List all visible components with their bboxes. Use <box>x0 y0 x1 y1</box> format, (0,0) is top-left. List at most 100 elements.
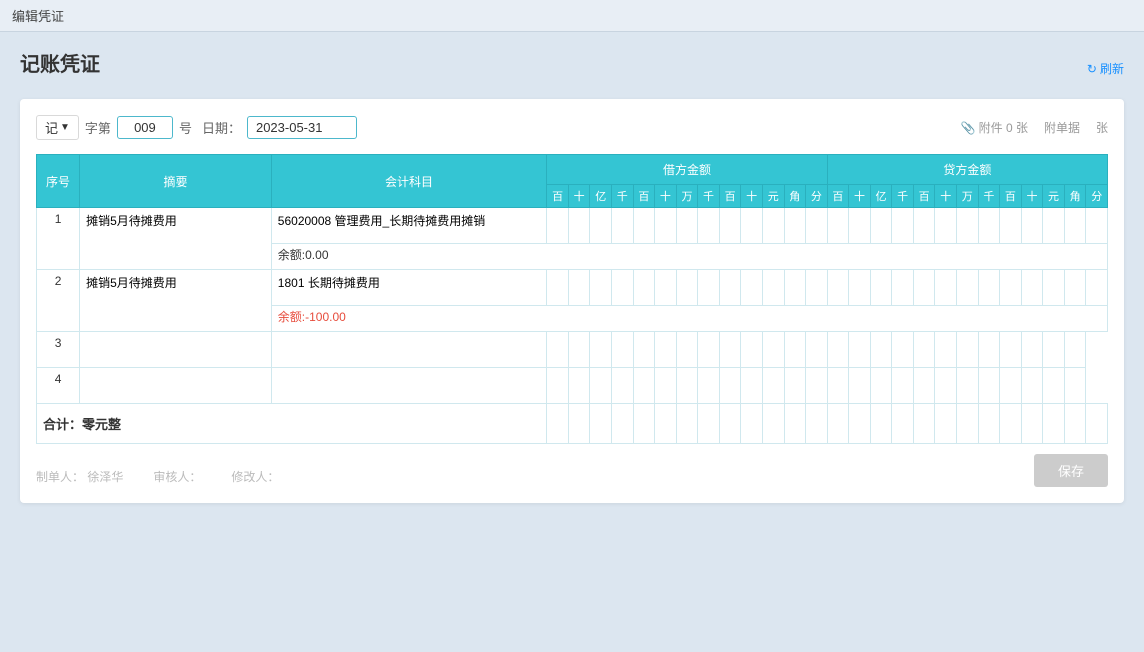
row2-c2[interactable] <box>849 270 871 306</box>
row1-c5[interactable] <box>913 208 935 244</box>
row4-account[interactable] <box>271 368 547 404</box>
row1-c4[interactable] <box>892 208 914 244</box>
row1-c11[interactable] <box>1043 208 1065 244</box>
debit-d4: 千 <box>612 185 634 208</box>
row2-c13[interactable] <box>1086 270 1108 306</box>
row1-c7[interactable] <box>957 208 979 244</box>
row1-c2[interactable] <box>849 208 871 244</box>
credit-d10: 十 <box>1021 185 1043 208</box>
table-row: 2 摊销5月待摊费用 1801 长期待摊费用 <box>37 270 1108 306</box>
row2-c11[interactable] <box>1043 270 1065 306</box>
row2-d9[interactable] <box>719 270 741 306</box>
row1-d13[interactable] <box>806 208 828 244</box>
row3-seq: 3 <box>37 332 80 368</box>
attach-link[interactable]: 📎 附件 0 张 <box>961 119 1028 136</box>
row1-account-name: 管理费用_长期待摊费用摊销 <box>335 214 486 228</box>
row2-d3[interactable] <box>590 270 612 306</box>
attach-info: 📎 附件 0 张 附单据 张 <box>961 119 1108 136</box>
table-row: 1 摊销5月待摊费用 56020008 管理费用_长期待摊费用摊销 <box>37 208 1108 244</box>
row2-c3[interactable] <box>870 270 892 306</box>
row1-d1[interactable] <box>547 208 569 244</box>
footer-info: 制单人： 徐泽华 审核人： 修改人： <box>36 456 279 485</box>
row1-account[interactable]: 56020008 管理费用_长期待摊费用摊销 <box>271 208 547 244</box>
attach-icon: 📎 <box>961 121 976 135</box>
row1-c6[interactable] <box>935 208 957 244</box>
row2-d2[interactable] <box>568 270 590 306</box>
row1-d9[interactable] <box>719 208 741 244</box>
voucher-table: 序号 摘要 会计科目 借方金额 贷方金额 百 十 亿 千 百 十 万 <box>36 154 1108 444</box>
row3-summary[interactable] <box>80 332 272 368</box>
debit-d9: 百 <box>719 185 741 208</box>
maker-info: 制单人： 徐泽华 <box>36 468 123 485</box>
refresh-button[interactable]: ↻ 刷新 <box>1087 60 1124 77</box>
credit-d13: 分 <box>1086 185 1108 208</box>
row2-d7[interactable] <box>676 270 698 306</box>
row2-c5[interactable] <box>913 270 935 306</box>
row1-c13[interactable] <box>1086 208 1108 244</box>
attach-single-label[interactable]: 附单据 <box>1044 119 1080 136</box>
row2-c12[interactable] <box>1064 270 1086 306</box>
row1-c10[interactable] <box>1021 208 1043 244</box>
table-row: 3 <box>37 332 1108 368</box>
credit-d5: 百 <box>913 185 935 208</box>
row2-summary[interactable]: 摊销5月待摊费用 <box>80 270 272 332</box>
zi-label: 字第 <box>85 118 111 137</box>
row2-c8[interactable] <box>978 270 1000 306</box>
col-credit-group: 贷方金额 <box>827 155 1107 185</box>
main-container: 记账凭证 ↻ 刷新 记 ▼ 字第 号 日期： <box>0 32 1144 652</box>
row2-d8[interactable] <box>698 270 720 306</box>
row1-d4[interactable] <box>612 208 634 244</box>
row1-d12[interactable] <box>784 208 806 244</box>
row2-c1[interactable] <box>827 270 849 306</box>
title-bar-text: 编辑凭证 <box>12 9 64 24</box>
row1-c12[interactable] <box>1064 208 1086 244</box>
row1-c1[interactable] <box>827 208 849 244</box>
row2-c7[interactable] <box>957 270 979 306</box>
voucher-type-dropdown[interactable]: 记 ▼ <box>36 115 79 140</box>
row1-d7[interactable] <box>676 208 698 244</box>
row2-d6[interactable] <box>655 270 677 306</box>
row1-d6[interactable] <box>655 208 677 244</box>
row2-account-name: 长期待摊费用 <box>308 276 380 290</box>
voucher-type-group: 记 ▼ 字第 号 <box>36 115 192 140</box>
row3-account[interactable] <box>271 332 547 368</box>
row2-d10[interactable] <box>741 270 763 306</box>
row2-d12[interactable] <box>784 270 806 306</box>
row2-c6[interactable] <box>935 270 957 306</box>
save-button[interactable]: 保存 <box>1034 454 1108 487</box>
voucher-date-input[interactable] <box>247 116 357 139</box>
row1-c9[interactable] <box>1000 208 1022 244</box>
row2-d13[interactable] <box>806 270 828 306</box>
row2-c4[interactable] <box>892 270 914 306</box>
row1-summary[interactable]: 摊销5月待摊费用 <box>80 208 272 270</box>
col-seq: 序号 <box>37 155 80 208</box>
editor-info: 修改人： <box>231 468 279 485</box>
row1-c8[interactable] <box>978 208 1000 244</box>
row2-c10[interactable] <box>1021 270 1043 306</box>
row1-d10[interactable] <box>741 208 763 244</box>
voucher-number-input[interactable] <box>117 116 173 139</box>
maker-name: 徐泽华 <box>87 470 123 484</box>
row2-d5[interactable] <box>633 270 655 306</box>
row1-d8[interactable] <box>698 208 720 244</box>
row4-seq: 4 <box>37 368 80 404</box>
credit-d11: 元 <box>1043 185 1065 208</box>
row2-d4[interactable] <box>612 270 634 306</box>
voucher-table-wrapper: 序号 摘要 会计科目 借方金额 贷方金额 百 十 亿 千 百 十 万 <box>36 154 1108 444</box>
row2-d11[interactable] <box>762 270 784 306</box>
row2-c9[interactable] <box>1000 270 1022 306</box>
row1-d2[interactable] <box>568 208 590 244</box>
credit-d4: 千 <box>892 185 914 208</box>
editor-label: 修改人： <box>231 470 279 484</box>
row1-d5[interactable] <box>633 208 655 244</box>
row2-d1[interactable] <box>547 270 569 306</box>
row2-account[interactable]: 1801 长期待摊费用 <box>271 270 547 306</box>
total-row: 合计：零元整 <box>37 404 1108 444</box>
row4-summary[interactable] <box>80 368 272 404</box>
credit-d7: 万 <box>957 185 979 208</box>
debit-d5: 百 <box>633 185 655 208</box>
date-label: 日期： <box>202 118 241 137</box>
row1-d3[interactable] <box>590 208 612 244</box>
row1-d11[interactable] <box>762 208 784 244</box>
row1-c3[interactable] <box>870 208 892 244</box>
